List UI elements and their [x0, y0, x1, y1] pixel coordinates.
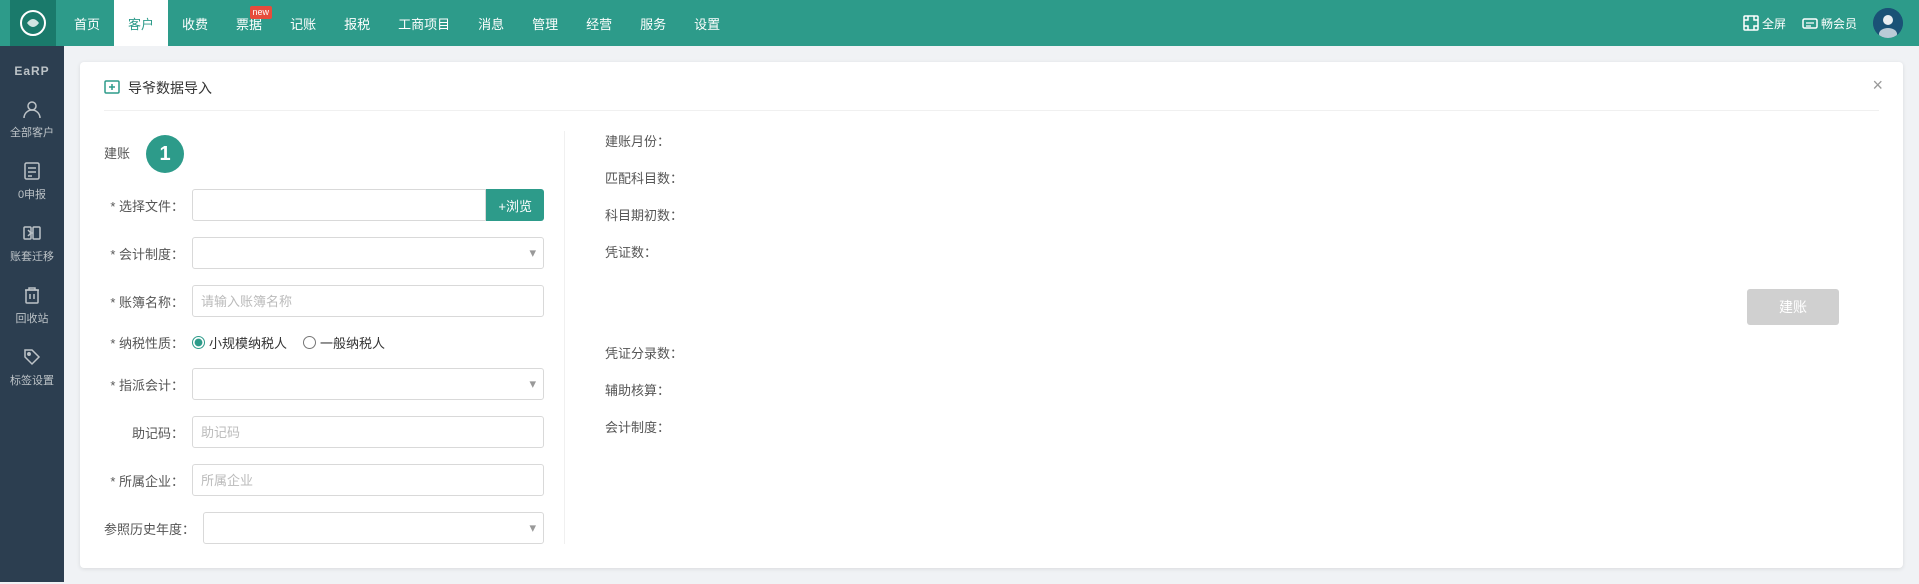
nav-item-fee[interactable]: 收费: [168, 0, 222, 46]
accounting-system-label: * 会计制度：: [104, 244, 184, 263]
nav-item-operation[interactable]: 经营: [572, 0, 626, 46]
file-input-group: +浏览: [192, 189, 544, 221]
nav-item-ticket[interactable]: 票据 new: [222, 0, 276, 46]
ledger-name-row: * 账簿名称：: [104, 285, 544, 317]
nav-item-tax[interactable]: 报税: [330, 0, 384, 46]
file-input[interactable]: [192, 189, 486, 221]
tax-type-radio-group: 小规模纳税人 一般纳税人: [192, 333, 544, 352]
user-avatar[interactable]: [1873, 8, 1903, 38]
match-account-row: 匹配科目数：: [605, 168, 1879, 187]
vip-button[interactable]: 畅会员: [1802, 15, 1857, 32]
sidebar-item-all-customers[interactable]: 全部客户: [0, 90, 64, 148]
history-year-label: 参照历史年度：: [104, 519, 195, 538]
initial-balance-row: 科目期初数：: [605, 205, 1879, 224]
tax-type-label: * 纳税性质：: [104, 333, 184, 352]
browse-button[interactable]: +浏览: [486, 189, 544, 221]
auxiliary-row: 辅助核算：: [605, 380, 1879, 399]
top-nav: 首页 客户 收费 票据 new 记账 报税 工商项目 消息 管理 经营 服务 设…: [0, 0, 1919, 46]
accountant-row: * 指派会计： ▾: [104, 368, 544, 400]
tax-general-radio[interactable]: 一般纳税人: [303, 333, 385, 352]
sidebar-item-recycle[interactable]: 回收站: [0, 276, 64, 334]
nav-item-service[interactable]: 服务: [626, 0, 680, 46]
history-year-select-wrap: ▾: [203, 512, 544, 544]
tax-type-row: * 纳税性质： 小规模纳税人 一般纳税人: [104, 333, 544, 352]
build-btn-row: 建账: [605, 279, 1879, 325]
fullscreen-button[interactable]: 全屏: [1743, 15, 1786, 32]
sidebar: EaRP 全部客户 0申报 账套迁移 回收站: [0, 46, 64, 582]
ledger-name-label: * 账簿名称：: [104, 292, 184, 311]
nav-item-message[interactable]: 消息: [464, 0, 518, 46]
main-content: 导爷数据导入 × 建账 1 * 选择文件：: [64, 46, 1919, 584]
company-input[interactable]: [192, 464, 544, 496]
right-accounting-system-label: 会计制度：: [605, 417, 695, 436]
import-icon: [104, 79, 120, 98]
auxiliary-label: 辅助核算：: [605, 380, 695, 399]
accounting-system-row: * 会计制度： ▾: [104, 237, 544, 269]
memo-row: 助记码：: [104, 416, 544, 448]
voucher-entries-row: 凭证分录数：: [605, 343, 1879, 362]
memo-label: 助记码：: [104, 423, 184, 442]
earp-logo: EaRP: [0, 56, 64, 86]
nav-item-settings[interactable]: 设置: [680, 0, 734, 46]
voucher-count-label: 凭证数：: [605, 242, 695, 261]
match-account-label: 匹配科目数：: [605, 168, 695, 187]
close-button[interactable]: ×: [1872, 76, 1883, 94]
card-title: 导爷数据导入: [128, 78, 212, 98]
form-right: 建账月份： 匹配科目数： 科目期初数： 凭证数： 建账: [564, 131, 1879, 544]
build-month-label: 建账月份：: [605, 131, 695, 150]
form-left: 建账 1 * 选择文件： +浏览 * 会计制度: [104, 131, 544, 544]
history-year-row: 参照历史年度： ▾: [104, 512, 544, 544]
ledger-name-input[interactable]: [192, 285, 544, 317]
step-label: 建账: [104, 143, 130, 162]
history-year-select[interactable]: [203, 512, 544, 544]
nav-items: 首页 客户 收费 票据 new 记账 报税 工商项目 消息 管理 经营 服务 设…: [60, 0, 1743, 46]
new-badge: new: [250, 6, 273, 19]
nav-right: 全屏 畅会员: [1743, 8, 1903, 38]
card-header: 导爷数据导入: [104, 78, 1879, 111]
voucher-count-row: 凭证数：: [605, 242, 1879, 261]
right-accounting-system-row: 会计制度：: [605, 417, 1879, 436]
file-row: * 选择文件： +浏览: [104, 189, 544, 221]
form-grid: * 选择文件： +浏览 * 会计制度： ▾: [104, 189, 544, 544]
accountant-label: * 指派会计：: [104, 375, 184, 394]
voucher-entries-label: 凭证分录数：: [605, 343, 695, 362]
nav-item-manage[interactable]: 管理: [518, 0, 572, 46]
nav-item-business[interactable]: 工商项目: [384, 0, 464, 46]
logo[interactable]: [10, 0, 56, 46]
file-label: * 选择文件：: [104, 196, 184, 215]
sidebar-item-tag-settings[interactable]: 标签设置: [0, 338, 64, 396]
step-section: 建账 1: [104, 131, 544, 189]
accounting-system-select-wrap: ▾: [192, 237, 544, 269]
nav-item-home[interactable]: 首页: [60, 0, 114, 46]
sidebar-item-transfer[interactable]: 账套迁移: [0, 214, 64, 272]
nav-item-customer[interactable]: 客户: [114, 0, 168, 46]
initial-balance-label: 科目期初数：: [605, 205, 695, 224]
memo-input[interactable]: [192, 416, 544, 448]
accounting-system-select[interactable]: [192, 237, 544, 269]
nav-item-bookkeeping[interactable]: 记账: [276, 0, 330, 46]
accountant-select[interactable]: [192, 368, 544, 400]
tax-small-radio[interactable]: 小规模纳税人: [192, 333, 287, 352]
build-month-row: 建账月份：: [605, 131, 1879, 150]
accountant-select-wrap: ▾: [192, 368, 544, 400]
build-account-button[interactable]: 建账: [1747, 289, 1839, 325]
sidebar-item-zero-report[interactable]: 0申报: [0, 152, 64, 210]
form-body: 建账 1 * 选择文件： +浏览 * 会计制度: [104, 131, 1879, 544]
step-badge: 1: [146, 135, 184, 173]
company-label: * 所属企业：: [104, 471, 184, 490]
company-row: * 所属企业：: [104, 464, 544, 496]
import-card: 导爷数据导入 × 建账 1 * 选择文件：: [80, 62, 1903, 568]
